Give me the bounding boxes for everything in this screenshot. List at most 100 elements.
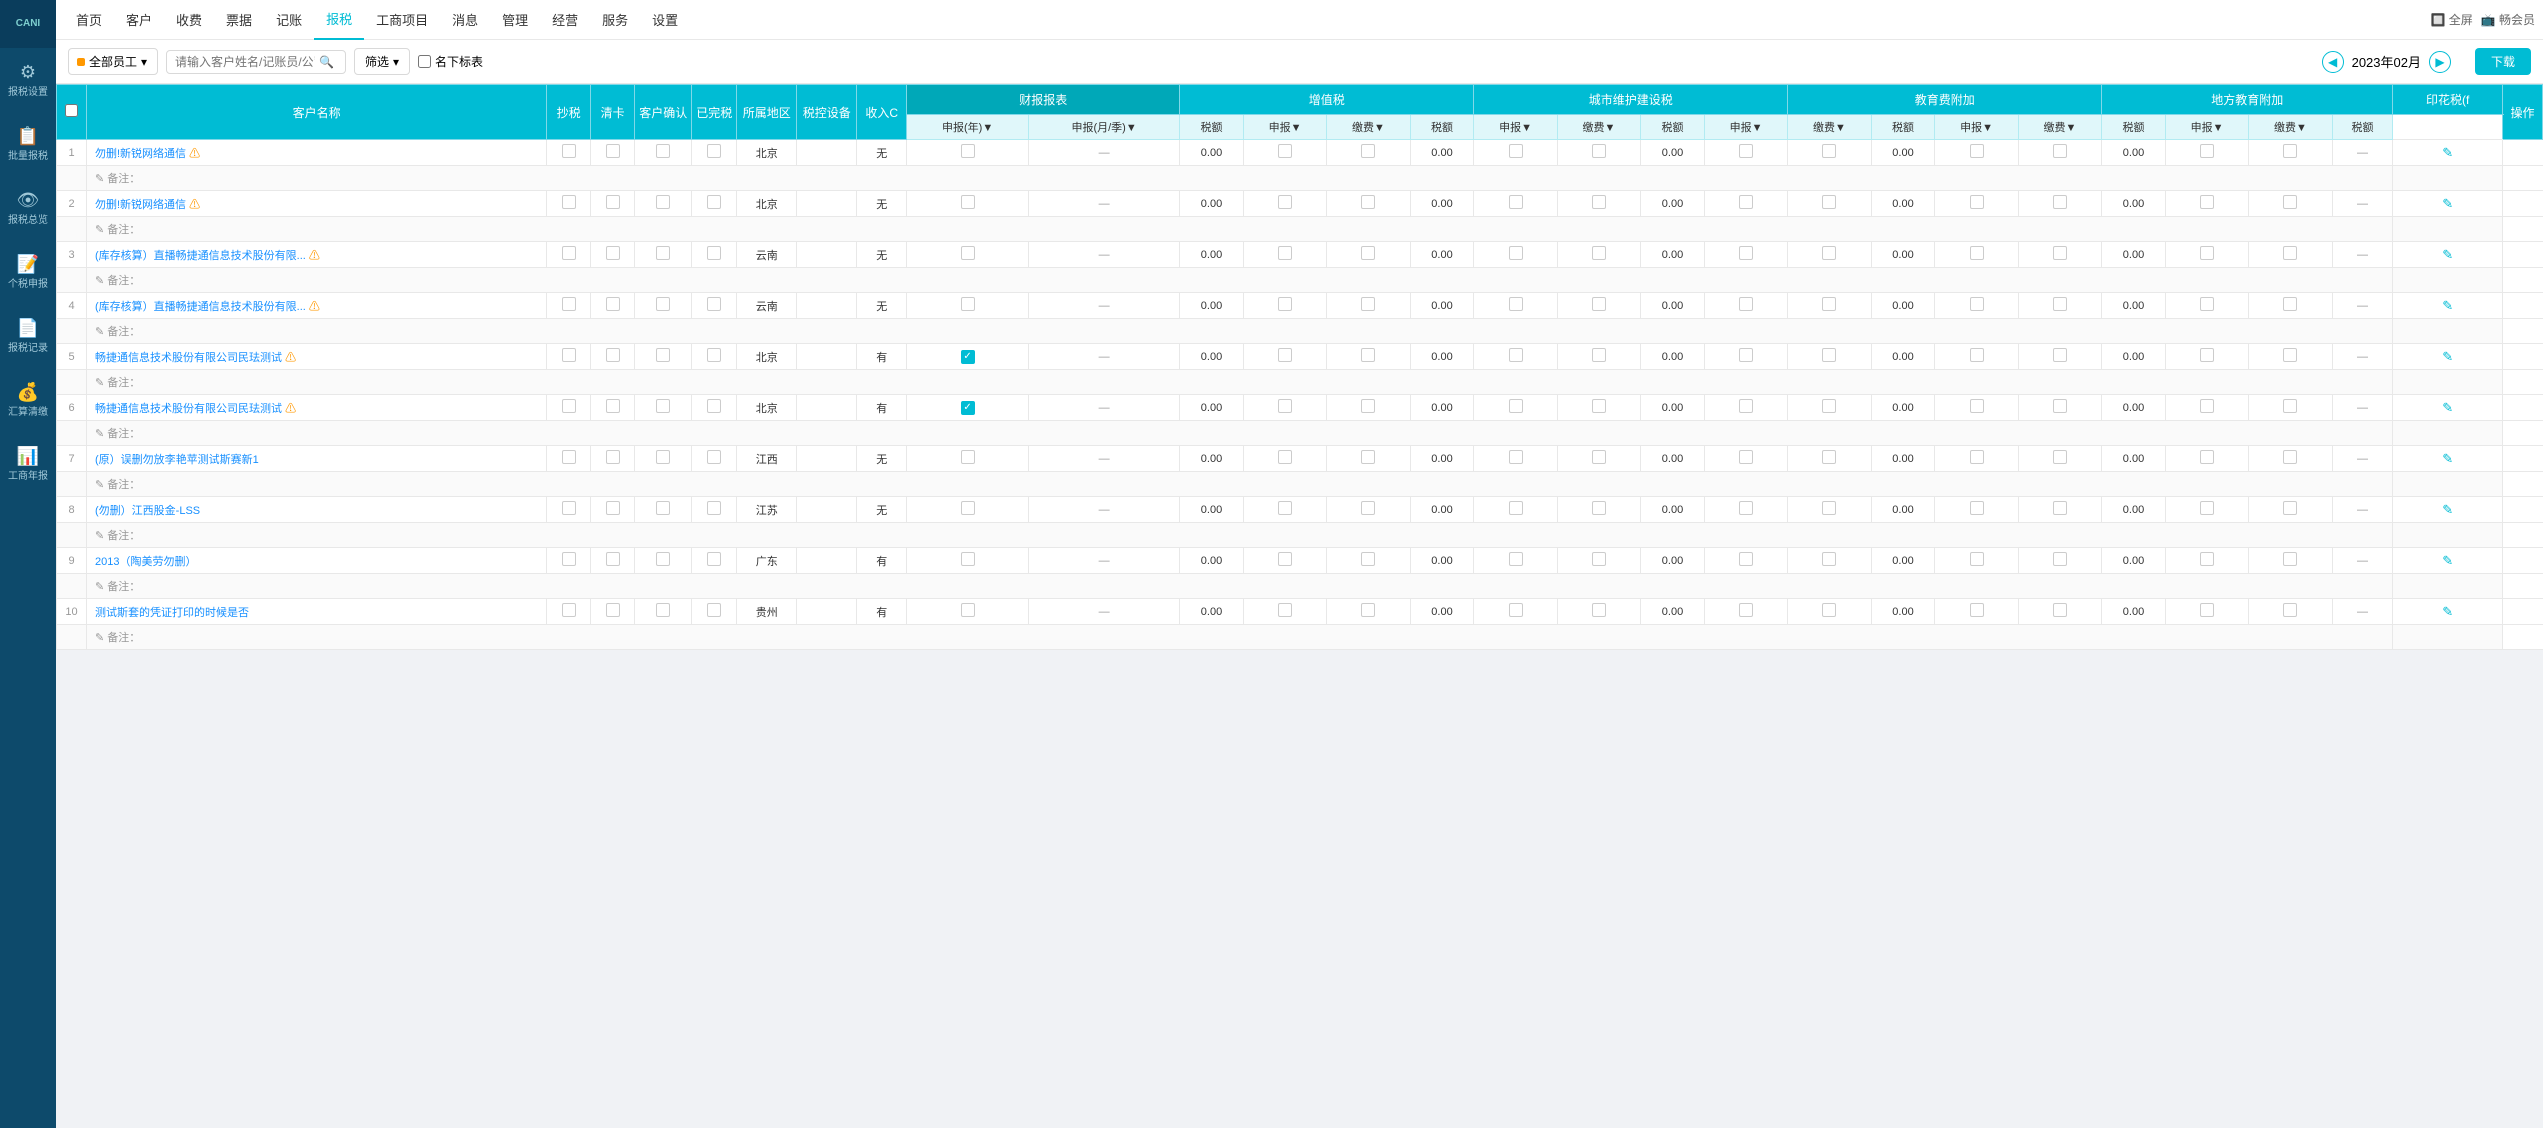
nav-invoice[interactable]: 票据 — [214, 0, 264, 40]
sidebar-item-batch-tax[interactable]: 📋 批量报税 — [0, 112, 56, 176]
client-name-cell[interactable]: (原）误删勿放李艳苹测试斯赛新1 — [87, 446, 547, 472]
search-icon[interactable]: 🔍 — [319, 55, 334, 69]
clear-card-checkbox[interactable] — [606, 195, 620, 209]
local-pay-checkbox[interactable] — [2053, 603, 2067, 617]
local-declare-checkbox[interactable] — [1970, 195, 1984, 209]
city-declare-checkbox[interactable] — [1509, 297, 1523, 311]
sidebar-item-annual-settle[interactable]: 💰 汇算清缴 — [0, 368, 56, 432]
copy-tax-checkbox[interactable] — [562, 144, 576, 158]
local-pay-checkbox[interactable] — [2053, 501, 2067, 515]
city-declare-checkbox[interactable] — [1509, 399, 1523, 413]
client-confirm-checkbox[interactable] — [656, 144, 670, 158]
edu-pay-checkbox[interactable] — [1822, 246, 1836, 260]
local-declare-checkbox[interactable] — [1970, 246, 1984, 260]
clear-card-checkbox[interactable] — [606, 501, 620, 515]
client-name-cell[interactable]: (库存核算）直播畅捷通信息技术股份有限... ⚠ — [87, 293, 547, 319]
nav-operation[interactable]: 经营 — [540, 0, 590, 40]
copy-tax-checkbox[interactable] — [562, 501, 576, 515]
nav-settings[interactable]: 设置 — [640, 0, 690, 40]
local-declare-checkbox[interactable] — [1970, 297, 1984, 311]
nav-service[interactable]: 服务 — [590, 0, 640, 40]
nav-client[interactable]: 客户 — [114, 0, 164, 40]
vat-declare-checkbox[interactable] — [1278, 195, 1292, 209]
sub-local-pay[interactable]: 缴费▼ — [2018, 115, 2101, 140]
vat-declare-checkbox[interactable] — [1278, 297, 1292, 311]
sidebar-item-tax-settings[interactable]: ⚙ 报税设置 — [0, 48, 56, 112]
vat-pay-checkbox[interactable] — [1361, 399, 1375, 413]
stamp-declare-checkbox[interactable] — [2200, 399, 2214, 413]
stamp-declare-checkbox[interactable] — [2200, 246, 2214, 260]
checked-checkbox[interactable]: ✓ — [961, 350, 975, 364]
vat-declare-checkbox[interactable] — [1278, 450, 1292, 464]
vat-pay-checkbox[interactable] — [1361, 348, 1375, 362]
paid-tax-checkbox[interactable] — [707, 195, 721, 209]
edu-declare-checkbox[interactable] — [1739, 144, 1753, 158]
client-confirm-checkbox[interactable] — [656, 501, 670, 515]
paid-tax-checkbox[interactable] — [707, 144, 721, 158]
client-name-cell[interactable]: 畅捷通信息技术股份有限公司民珐测试 ⚠ — [87, 344, 547, 370]
edu-pay-checkbox[interactable] — [1822, 195, 1836, 209]
unchecked-checkbox[interactable] — [961, 297, 975, 311]
copy-tax-checkbox[interactable] — [562, 552, 576, 566]
city-declare-checkbox[interactable] — [1509, 246, 1523, 260]
client-confirm-checkbox[interactable] — [656, 552, 670, 566]
vat-pay-checkbox[interactable] — [1361, 195, 1375, 209]
vat-declare-checkbox[interactable] — [1278, 552, 1292, 566]
local-pay-checkbox[interactable] — [2053, 450, 2067, 464]
nav-tax[interactable]: 报税 — [314, 0, 364, 40]
vat-declare-checkbox[interactable] — [1278, 348, 1292, 362]
edu-pay-checkbox[interactable] — [1822, 603, 1836, 617]
city-pay-checkbox[interactable] — [1592, 297, 1606, 311]
vat-declare-checkbox[interactable] — [1278, 144, 1292, 158]
edu-pay-checkbox[interactable] — [1822, 501, 1836, 515]
client-name-cell[interactable]: 2013（陶美劳勿删） — [87, 548, 547, 574]
stamp-declare-checkbox[interactable] — [2200, 195, 2214, 209]
stamp-pay-checkbox[interactable] — [2283, 603, 2297, 617]
sub-city-pay[interactable]: 缴费▼ — [1557, 115, 1640, 140]
search-input[interactable] — [175, 55, 315, 69]
vat-declare-checkbox[interactable] — [1278, 246, 1292, 260]
stamp-declare-checkbox[interactable] — [2200, 144, 2214, 158]
paid-tax-checkbox[interactable] — [707, 348, 721, 362]
paid-tax-checkbox[interactable] — [707, 246, 721, 260]
nav-business[interactable]: 工商项目 — [364, 0, 440, 40]
copy-tax-checkbox[interactable] — [562, 603, 576, 617]
copy-tax-checkbox[interactable] — [562, 195, 576, 209]
nav-accounting[interactable]: 记账 — [264, 0, 314, 40]
vat-declare-checkbox[interactable] — [1278, 603, 1292, 617]
stamp-pay-checkbox[interactable] — [2283, 552, 2297, 566]
edit-icon[interactable]: ✎ — [2442, 400, 2453, 415]
edu-declare-checkbox[interactable] — [1739, 399, 1753, 413]
client-confirm-checkbox[interactable] — [656, 450, 670, 464]
edit-icon[interactable]: ✎ — [2442, 196, 2453, 211]
unchecked-checkbox[interactable] — [961, 603, 975, 617]
edu-declare-checkbox[interactable] — [1739, 603, 1753, 617]
clear-card-checkbox[interactable] — [606, 246, 620, 260]
local-declare-checkbox[interactable] — [1970, 348, 1984, 362]
client-confirm-checkbox[interactable] — [656, 399, 670, 413]
edu-declare-checkbox[interactable] — [1739, 246, 1753, 260]
client-confirm-checkbox[interactable] — [656, 297, 670, 311]
stamp-pay-checkbox[interactable] — [2283, 246, 2297, 260]
stamp-pay-checkbox[interactable] — [2283, 501, 2297, 515]
sub-edu-pay[interactable]: 缴费▼ — [1788, 115, 1871, 140]
sub-local-declare[interactable]: 申报▼ — [1935, 115, 2018, 140]
city-pay-checkbox[interactable] — [1592, 195, 1606, 209]
client-name-cell[interactable]: (库存核算）直播畅捷通信息技术股份有限... ⚠ — [87, 242, 547, 268]
edit-icon[interactable]: ✎ — [2442, 247, 2453, 262]
sub-stamp-declare[interactable]: 申报▼ — [2165, 115, 2248, 140]
nav-billing[interactable]: 收费 — [164, 0, 214, 40]
local-declare-checkbox[interactable] — [1970, 552, 1984, 566]
unchecked-checkbox[interactable] — [961, 246, 975, 260]
copy-tax-checkbox[interactable] — [562, 348, 576, 362]
nav-message[interactable]: 消息 — [440, 0, 490, 40]
edit-icon[interactable]: ✎ — [2442, 502, 2453, 517]
stamp-declare-checkbox[interactable] — [2200, 348, 2214, 362]
stamp-pay-checkbox[interactable] — [2283, 195, 2297, 209]
clear-card-checkbox[interactable] — [606, 603, 620, 617]
select-all-checkbox[interactable] — [65, 104, 78, 117]
local-declare-checkbox[interactable] — [1970, 399, 1984, 413]
edit-icon[interactable]: ✎ — [2442, 451, 2453, 466]
prev-month-button[interactable]: ◀ — [2322, 51, 2344, 73]
vat-pay-checkbox[interactable] — [1361, 297, 1375, 311]
